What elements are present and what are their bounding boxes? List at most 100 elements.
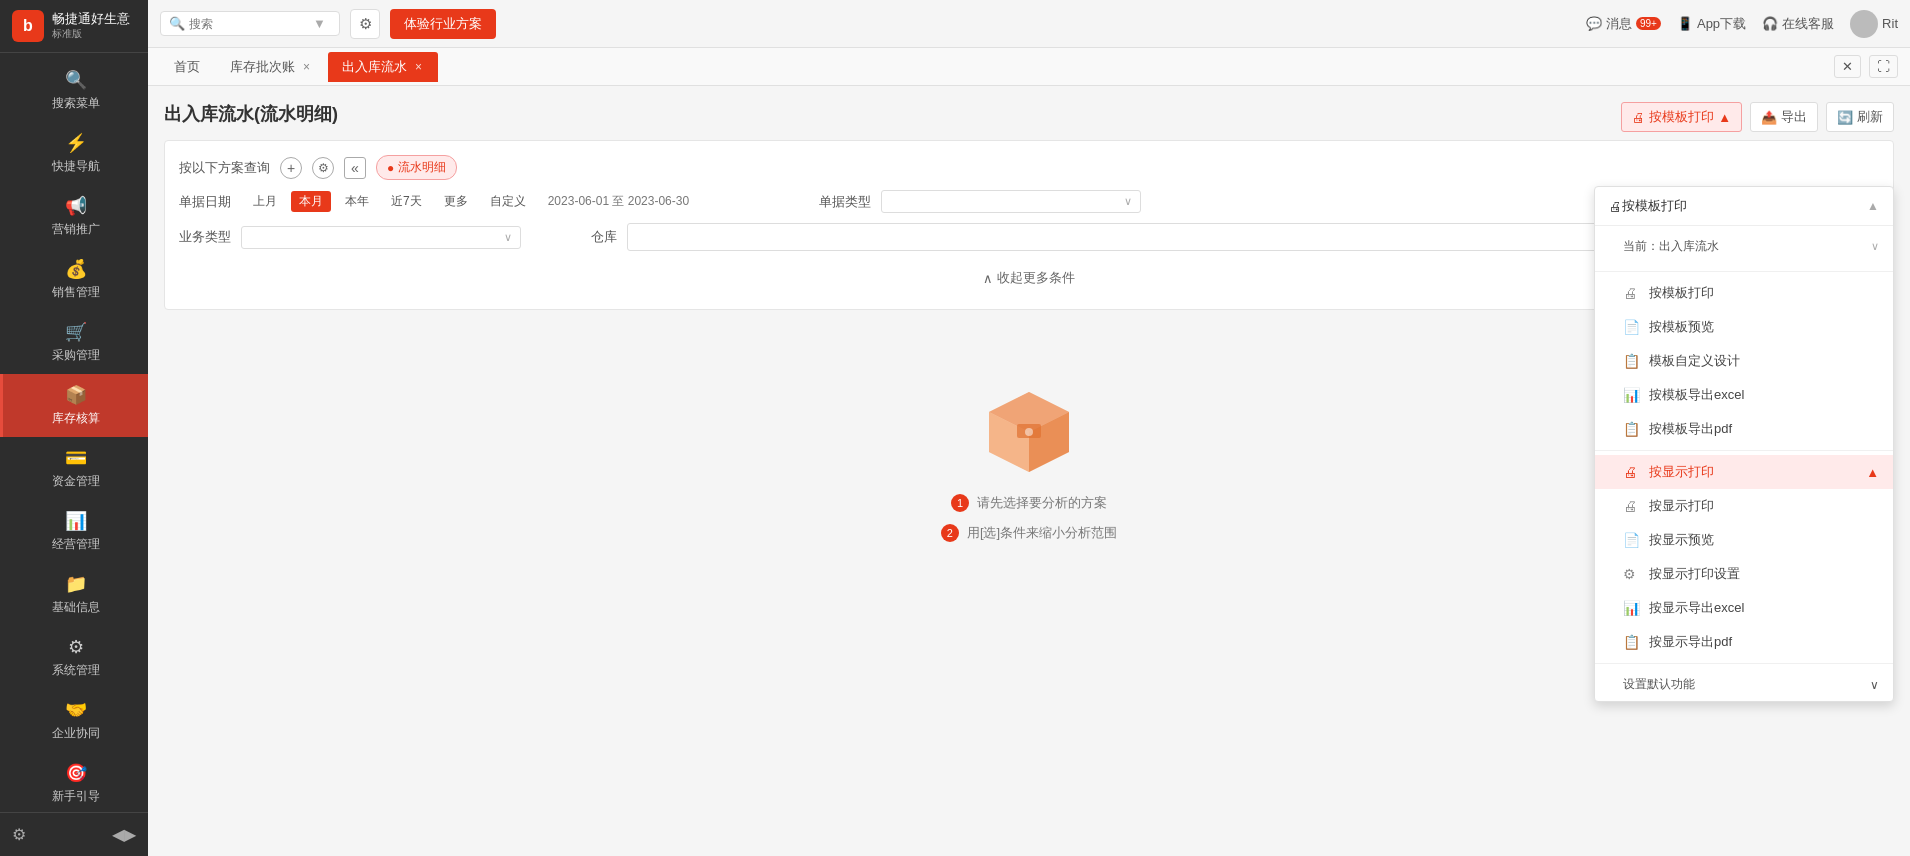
date-btn-custom[interactable]: 自定义 xyxy=(482,191,534,212)
newbie-icon: 🎯 xyxy=(65,762,87,784)
sidebar-item-label-newbie: 新手引导 xyxy=(52,788,100,805)
app-download-btn[interactable]: 📱 App下载 xyxy=(1677,15,1746,33)
date-btn-this-month[interactable]: 本月 xyxy=(291,191,331,212)
dropdown-footer[interactable]: 设置默认功能 ∨ xyxy=(1595,668,1893,701)
dropdown-item-template-preview[interactable]: 📄 按模板预览 xyxy=(1595,310,1893,344)
step1-num: 1 xyxy=(951,494,969,512)
tab-close-all-btn[interactable]: ✕ xyxy=(1834,55,1861,78)
template-excel-label: 按模板导出excel xyxy=(1649,386,1744,404)
dropdown-item-template-pdf[interactable]: 📋 按模板导出pdf xyxy=(1595,412,1893,446)
filter-add-btn[interactable]: + xyxy=(280,157,302,179)
dropdown-item-template-print[interactable]: 🖨 按模板打印 xyxy=(1595,276,1893,310)
sidebar-item-label-marketing: 营销推广 xyxy=(52,221,100,238)
dropdown-item-template-excel[interactable]: 📊 按模板导出excel xyxy=(1595,378,1893,412)
dropdown-item-template-custom[interactable]: 📋 模板自定义设计 xyxy=(1595,344,1893,378)
template-preview-icon: 📄 xyxy=(1623,319,1641,335)
display-pdf-label: 按显示导出pdf xyxy=(1649,633,1732,651)
date-btn-more[interactable]: 更多 xyxy=(436,191,476,212)
template-pdf-icon: 📋 xyxy=(1623,421,1641,437)
add-icon: + xyxy=(287,160,295,176)
sidebar: b 畅捷通好生意 标准版 🔍 搜索菜单 ⚡ 快捷导航 📢 营销推广 💰 销售管理… xyxy=(0,0,148,856)
footer-settings-icon[interactable]: ⚙ xyxy=(12,825,26,844)
topbar: 🔍 ▼ ⚙ 体验行业方案 💬 消息 99+ 📱 App下载 🎧 在线客服 Rit xyxy=(148,0,1910,48)
tab-inventory-batch-close[interactable]: × xyxy=(301,60,312,74)
refresh-btn[interactable]: 🔄 刷新 xyxy=(1826,102,1894,132)
step2-text: 用[选]条件来缩小分析范围 xyxy=(967,524,1117,542)
tab-inventory-batch[interactable]: 库存批次账 × xyxy=(216,52,326,82)
sidebar-item-marketing[interactable]: 📢 营销推广 xyxy=(0,185,148,248)
date-btn-last-month[interactable]: 上月 xyxy=(245,191,285,212)
export-btn[interactable]: 📤 导出 xyxy=(1750,102,1818,132)
date-btn-this-year[interactable]: 本年 xyxy=(337,191,377,212)
empty-step-1: 1 请先选择要分析的方案 xyxy=(951,494,1107,512)
biz-select[interactable]: ∨ xyxy=(241,226,521,249)
type-select[interactable]: ∨ xyxy=(881,190,1141,213)
app-icon: 📱 xyxy=(1677,16,1693,31)
filter-tag-item[interactable]: ● 流水明细 xyxy=(376,155,457,180)
page-content: 出入库流水(流水明细) 🖨 按模板打印 ▲ 📤 导出 🔄 刷新 按以下方案查询 xyxy=(148,86,1910,856)
sidebar-item-operations[interactable]: 📊 经营管理 xyxy=(0,500,148,563)
sidebar-item-newbie[interactable]: 🎯 新手引导 xyxy=(0,752,148,812)
message-icon: 💬 xyxy=(1586,16,1602,31)
finance-icon: 💳 xyxy=(65,447,87,469)
message-btn[interactable]: 💬 消息 99+ xyxy=(1586,15,1661,33)
display-print-icon: 🖨 xyxy=(1623,498,1641,514)
filter-collapse-btn[interactable]: « xyxy=(344,157,366,179)
tab-expand-btn[interactable]: ⛶ xyxy=(1869,55,1898,78)
sidebar-item-purchase[interactable]: 🛒 采购管理 xyxy=(0,311,148,374)
date-btn-7days[interactable]: 近7天 xyxy=(383,191,430,212)
display-excel-icon: 📊 xyxy=(1623,600,1641,616)
topbar-search-box[interactable]: 🔍 ▼ xyxy=(160,11,340,36)
user-profile[interactable]: Rit xyxy=(1850,10,1898,38)
dropdown-collapse-icon[interactable]: ▲ xyxy=(1867,199,1879,213)
export-icon: 📤 xyxy=(1761,110,1777,125)
user-name: Rit xyxy=(1882,16,1898,31)
tab-home-label: 首页 xyxy=(174,58,200,76)
warehouse-label: 仓库 xyxy=(591,228,617,246)
sidebar-item-sales[interactable]: 💰 销售管理 xyxy=(0,248,148,311)
service-btn[interactable]: 🎧 在线客服 xyxy=(1762,15,1834,33)
dropdown-item-display-preview[interactable]: 📄 按显示预览 xyxy=(1595,523,1893,557)
footer-collapse-icon[interactable]: ◀▶ xyxy=(112,825,136,844)
filter-label: 按以下方案查询 xyxy=(179,159,270,177)
template-preview-label: 按模板预览 xyxy=(1649,318,1714,336)
template-print-label: 按模板打印 xyxy=(1649,284,1714,302)
topbar-gear-button[interactable]: ⚙ xyxy=(350,9,380,39)
current-flow-label: 当前：出入库流水 xyxy=(1623,238,1719,255)
tab-inout-flow[interactable]: 出入库流水 × xyxy=(328,52,438,82)
sidebar-item-system[interactable]: ⚙ 系统管理 xyxy=(0,626,148,689)
step1-text: 请先选择要分析的方案 xyxy=(977,494,1107,512)
tab-home[interactable]: 首页 xyxy=(160,52,214,82)
step2-num: 2 xyxy=(941,524,959,542)
dropdown-item-display-print[interactable]: 🖨 按显示打印 xyxy=(1595,489,1893,523)
sidebar-item-finance[interactable]: 💳 资金管理 xyxy=(0,437,148,500)
company-name: 畅捷通好生意 xyxy=(52,11,130,28)
sidebar-footer: ⚙ ◀▶ xyxy=(0,812,148,856)
search-input[interactable] xyxy=(189,17,309,31)
tab-inout-flow-close[interactable]: × xyxy=(413,60,424,74)
dropdown-header: 🖨 按模板打印 ▲ xyxy=(1595,187,1893,226)
print-arrow-up-icon: ▲ xyxy=(1718,110,1731,125)
dropdown-item-display-excel[interactable]: 📊 按显示导出excel xyxy=(1595,591,1893,625)
date-range-display: 2023-06-01 至 2023-06-30 xyxy=(548,193,689,210)
sidebar-item-search[interactable]: 🔍 搜索菜单 xyxy=(0,59,148,122)
dropdown-item-display-print-group[interactable]: 🖨 按显示打印 ▲ xyxy=(1595,455,1893,489)
user-avatar xyxy=(1850,10,1878,38)
sidebar-item-label-inventory: 库存核算 xyxy=(52,410,100,427)
dropdown-divider-1 xyxy=(1595,271,1893,272)
dropdown-item-display-print-settings[interactable]: ⚙ 按显示打印设置 xyxy=(1595,557,1893,591)
sidebar-item-cooperation[interactable]: 🤝 企业协同 xyxy=(0,689,148,752)
dropdown-item-display-pdf[interactable]: 📋 按显示导出pdf xyxy=(1595,625,1893,659)
sidebar-item-inventory[interactable]: 📦 库存核算 xyxy=(0,374,148,437)
dropdown-current-item[interactable]: 当前：出入库流水 ∨ xyxy=(1595,230,1893,263)
print-template-btn[interactable]: 🖨 按模板打印 ▲ xyxy=(1621,102,1742,132)
service-label: 在线客服 xyxy=(1782,15,1834,33)
sidebar-item-quicknav[interactable]: ⚡ 快捷导航 xyxy=(0,122,148,185)
type-dropdown-arrow: ∨ xyxy=(1124,195,1132,208)
tab-inventory-batch-label: 库存批次账 xyxy=(230,58,295,76)
sidebar-item-basic[interactable]: 📁 基础信息 xyxy=(0,563,148,626)
filter-settings-btn[interactable]: ⚙ xyxy=(312,157,334,179)
sidebar-item-label-basic: 基础信息 xyxy=(52,599,100,616)
sidebar-item-label-search: 搜索菜单 xyxy=(52,95,100,112)
industry-btn[interactable]: 体验行业方案 xyxy=(390,9,496,39)
